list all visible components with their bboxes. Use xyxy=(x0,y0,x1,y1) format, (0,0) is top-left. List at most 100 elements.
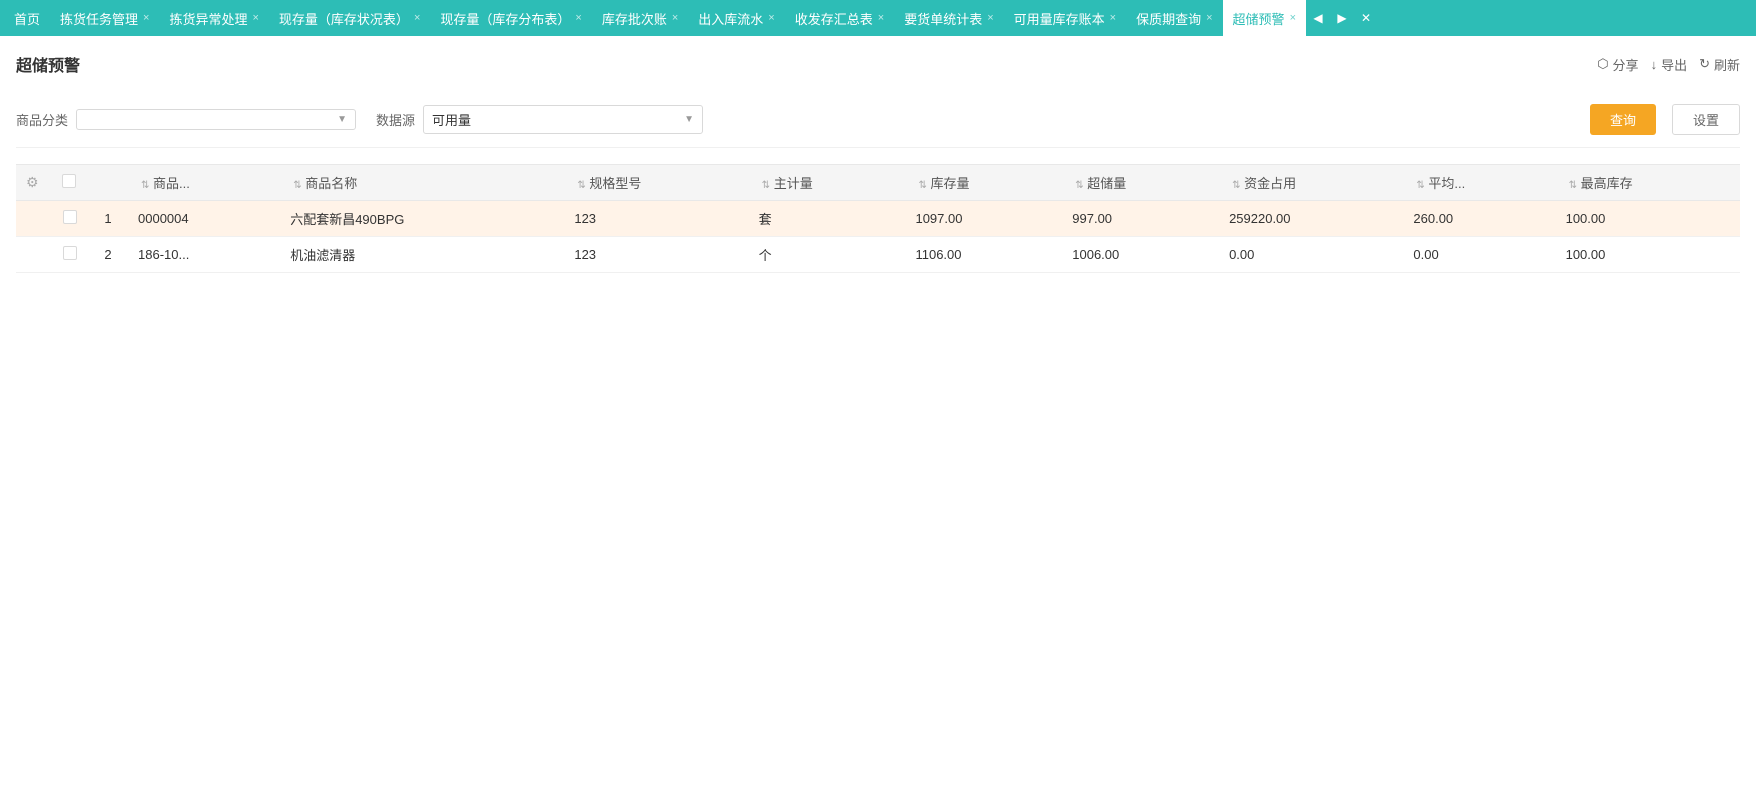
data-table: ⚙ ⇅ 商品... ⇅ 商品名称 ⇅ 规格型号 xyxy=(16,164,1740,273)
topbar-item-available-account[interactable]: 可用量库存账本 × xyxy=(1004,0,1126,36)
row-unit: 套 xyxy=(749,201,906,237)
close-icon[interactable]: × xyxy=(1110,12,1116,24)
sort-icon: ⇅ xyxy=(1569,180,1577,191)
row-unit: 个 xyxy=(749,237,906,273)
row-capital-use: 0.00 xyxy=(1219,237,1403,273)
table-header-row: ⚙ ⇅ 商品... ⇅ 商品名称 ⇅ 规格型号 xyxy=(16,165,1740,201)
export-button[interactable]: ↓ 导出 xyxy=(1651,55,1688,74)
row-spec: 123 xyxy=(564,237,748,273)
refresh-button[interactable]: ↻ 刷新 xyxy=(1699,55,1740,74)
chevron-down-icon: ▼ xyxy=(684,114,694,125)
topbar-item-inventory-dist[interactable]: 现存量（库存分布表） × xyxy=(430,0,591,36)
refresh-icon: ↻ xyxy=(1699,56,1710,72)
table-row: 1 0000004 六配套新昌490BPG 123 套 1097.00 997.… xyxy=(16,201,1740,237)
share-button[interactable]: ⬡ 分享 xyxy=(1597,55,1638,74)
topbar-item-task-mgmt[interactable]: 拣货任务管理 × xyxy=(50,0,159,36)
row-checkbox[interactable] xyxy=(63,246,77,260)
row-product-name: 机油滤清器 xyxy=(280,237,564,273)
close-icon[interactable]: × xyxy=(143,12,149,24)
gear-icon[interactable]: ⚙ xyxy=(26,174,39,190)
topbar-item-home[interactable]: 首页 xyxy=(4,0,50,36)
category-filter-group: 商品分类 ▼ xyxy=(16,109,356,130)
row-inventory: 1097.00 xyxy=(905,201,1062,237)
close-icon[interactable]: × xyxy=(252,12,258,24)
col-header-max-stock[interactable]: ⇅ 最高库存 xyxy=(1556,165,1740,201)
row-num: 1 xyxy=(88,201,128,237)
row-spec: 123 xyxy=(564,201,748,237)
topbar-item-quality-check[interactable]: 保质期查询 × xyxy=(1126,0,1222,36)
settings-button[interactable]: 设置 xyxy=(1672,104,1740,135)
close-icon[interactable]: × xyxy=(1206,12,1212,24)
page-actions: ⬡ 分享 ↓ 导出 ↻ 刷新 xyxy=(1597,55,1740,74)
page-header: 超储预警 ⬡ 分享 ↓ 导出 ↻ 刷新 xyxy=(16,52,1740,76)
col-header-num xyxy=(88,165,128,201)
sort-icon: ⇅ xyxy=(1075,180,1083,191)
datasource-label: 数据源 xyxy=(376,110,415,129)
close-icon[interactable]: × xyxy=(768,12,774,24)
filter-row: 商品分类 ▼ 数据源 可用量 ▼ 查询 设置 xyxy=(16,92,1740,148)
category-label: 商品分类 xyxy=(16,110,68,129)
topbar-item-abnormal[interactable]: 拣货异常处理 × xyxy=(159,0,268,36)
datasource-select[interactable]: 可用量 ▼ xyxy=(423,105,703,134)
chevron-down-icon: ▼ xyxy=(337,114,347,125)
close-icon[interactable]: × xyxy=(672,12,678,24)
col-header-capital-use[interactable]: ⇅ 资金占用 xyxy=(1219,165,1403,201)
nav-right-arrow[interactable]: ▶ xyxy=(1330,0,1354,36)
row-overstock: 1006.00 xyxy=(1062,237,1219,273)
topbar-item-inventory-status[interactable]: 现存量（库存状况表） × xyxy=(269,0,430,36)
share-icon: ⬡ xyxy=(1597,56,1608,72)
sort-icon: ⇅ xyxy=(762,180,770,191)
topbar-item-order-stats[interactable]: 要货单统计表 × xyxy=(894,0,1003,36)
row-overstock: 997.00 xyxy=(1062,201,1219,237)
col-header-gear: ⚙ xyxy=(16,165,52,201)
row-capital-use: 259220.00 xyxy=(1219,201,1403,237)
row-checkbox[interactable] xyxy=(63,210,77,224)
topbar: 首页 拣货任务管理 × 拣货异常处理 × 现存量（库存状况表） × 现存量（库存… xyxy=(0,0,1756,36)
row-inventory: 1106.00 xyxy=(905,237,1062,273)
row-product-code: 186-10... xyxy=(128,237,280,273)
col-header-product-code[interactable]: ⇅ 商品... xyxy=(128,165,280,201)
table-row: 2 186-10... 机油滤清器 123 个 1106.00 1006.00 … xyxy=(16,237,1740,273)
col-header-inventory[interactable]: ⇅ 库存量 xyxy=(905,165,1062,201)
sort-icon: ⇅ xyxy=(577,180,585,191)
datasource-filter-group: 数据源 可用量 ▼ xyxy=(376,105,703,134)
topbar-item-overstock-warning[interactable]: 超储预警 × xyxy=(1223,0,1306,36)
row-gear-cell xyxy=(16,201,52,237)
row-check-cell xyxy=(52,237,88,273)
row-avg: 0.00 xyxy=(1403,237,1555,273)
col-header-avg[interactable]: ⇅ 平均... xyxy=(1403,165,1555,201)
row-max-stock: 100.00 xyxy=(1556,237,1740,273)
nav-left-arrow[interactable]: ◀ xyxy=(1306,0,1330,36)
nav-close-arrow[interactable]: ✕ xyxy=(1354,0,1378,36)
row-avg: 260.00 xyxy=(1403,201,1555,237)
query-button[interactable]: 查询 xyxy=(1590,104,1656,135)
filter-buttons: 查询 设置 xyxy=(1590,104,1740,135)
topbar-item-batch-account[interactable]: 库存批次账 × xyxy=(592,0,688,36)
row-check-cell xyxy=(52,201,88,237)
export-icon: ↓ xyxy=(1651,57,1658,72)
sort-icon: ⇅ xyxy=(1232,180,1240,191)
category-select[interactable]: ▼ xyxy=(76,109,356,130)
row-product-code: 0000004 xyxy=(128,201,280,237)
col-header-spec[interactable]: ⇅ 规格型号 xyxy=(564,165,748,201)
close-icon[interactable]: × xyxy=(575,12,581,24)
row-product-name: 六配套新昌490BPG xyxy=(280,201,564,237)
topbar-item-in-out-flow[interactable]: 出入库流水 × xyxy=(688,0,784,36)
close-icon[interactable]: × xyxy=(1290,12,1296,24)
col-header-product-name[interactable]: ⇅ 商品名称 xyxy=(280,165,564,201)
row-gear-cell xyxy=(16,237,52,273)
col-header-unit[interactable]: ⇅ 主计量 xyxy=(749,165,906,201)
close-icon[interactable]: × xyxy=(414,12,420,24)
row-max-stock: 100.00 xyxy=(1556,201,1740,237)
sort-icon: ⇅ xyxy=(918,180,926,191)
datasource-select-value: 可用量 xyxy=(432,110,471,129)
close-icon[interactable]: × xyxy=(987,12,993,24)
select-all-checkbox[interactable] xyxy=(62,174,76,188)
col-header-check xyxy=(52,165,88,201)
close-icon[interactable]: × xyxy=(878,12,884,24)
col-header-overstock[interactable]: ⇅ 超储量 xyxy=(1062,165,1219,201)
main-content: 超储预警 ⬡ 分享 ↓ 导出 ↻ 刷新 商品分类 ▼ 数据源 xyxy=(0,36,1756,800)
row-num: 2 xyxy=(88,237,128,273)
topbar-item-collect-summary[interactable]: 收发存汇总表 × xyxy=(785,0,894,36)
page-title: 超储预警 xyxy=(16,52,80,76)
